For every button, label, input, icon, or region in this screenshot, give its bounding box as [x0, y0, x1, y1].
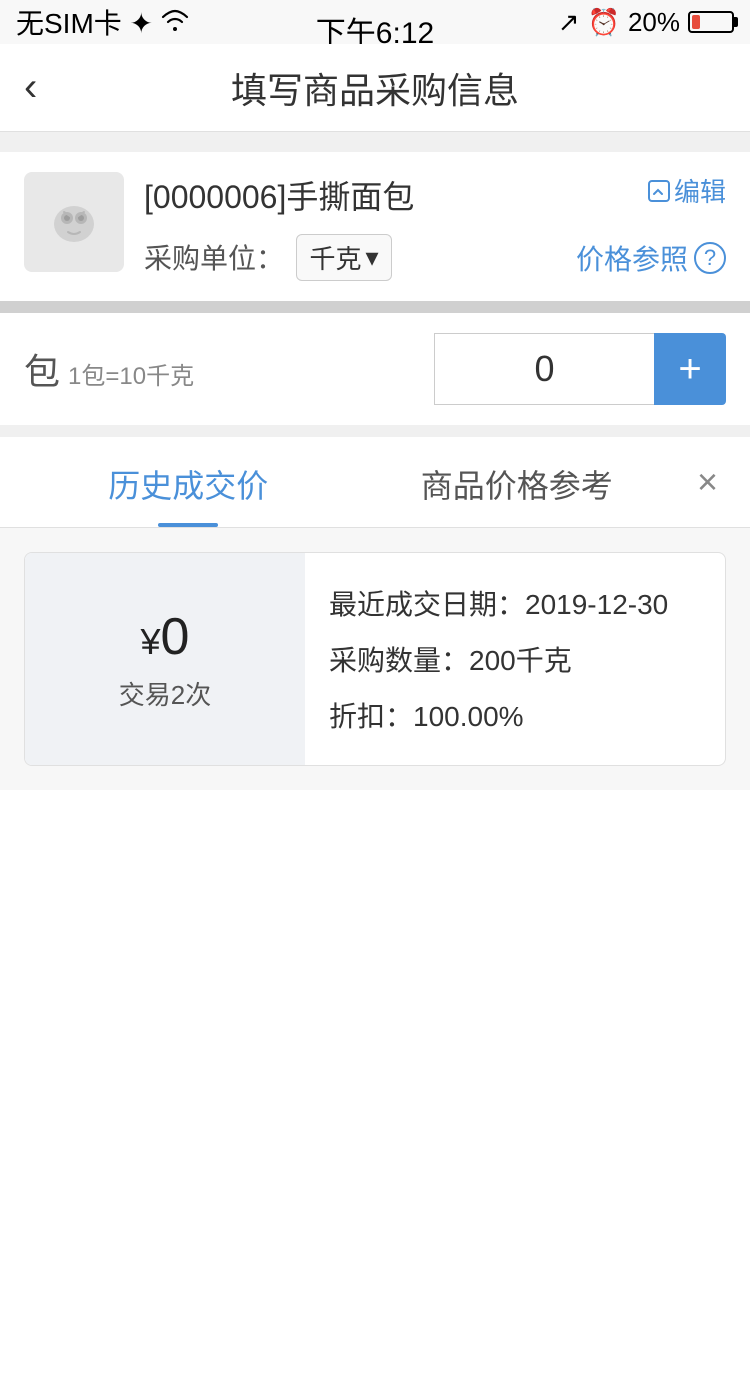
- tab-product-label: 商品价格参考: [421, 468, 613, 504]
- qty-label: 采购数量：: [329, 645, 469, 676]
- quantity-label: 包 1包=10千克: [24, 343, 194, 395]
- quantity-input[interactable]: [434, 333, 654, 405]
- carrier-text: 无SIM卡 ✦: [16, 2, 153, 42]
- status-bar: 无SIM卡 ✦ 下午6:12 ↗ ⏰ 20%: [0, 0, 750, 44]
- unit-value: 千克: [309, 239, 361, 276]
- tab-active-underline: [158, 523, 218, 527]
- unit-select[interactable]: 千克 ▾: [296, 234, 391, 281]
- tab-bar: 历史成交价 商品价格参考 ×: [0, 437, 750, 528]
- bottom-area: [0, 790, 750, 1390]
- gray-separator: [0, 301, 750, 313]
- history-card: ¥0 交易2次 最近成交日期：2019-12-30 采购数量：200千克 折扣：…: [24, 552, 726, 766]
- discount-label: 折扣：: [329, 701, 413, 732]
- history-left-panel: ¥0 交易2次: [25, 553, 305, 765]
- price-ref-label: 价格参照: [576, 238, 688, 278]
- price-ref-button[interactable]: 价格参照 ?: [576, 238, 726, 278]
- product-thumbnail: [24, 172, 124, 272]
- alarm-icon: ⏰: [588, 7, 620, 38]
- tab-section: 历史成交价 商品价格参考 × ¥0 交易2次 最近成交日期：2019-12-30…: [0, 437, 750, 790]
- tab-product-price[interactable]: 商品价格参考: [352, 437, 680, 527]
- tab-close-button[interactable]: ×: [689, 461, 726, 503]
- history-right-panel: 最近成交日期：2019-12-30 采购数量：200千克 折扣：100.00%: [305, 553, 725, 765]
- edit-button[interactable]: 编辑: [648, 172, 726, 209]
- product-card: [0000006]手撕面包 编辑 采购单位： 千克 ▾ 价格参照 ?: [0, 152, 750, 301]
- unit-label-wrap: 采购单位： 千克 ▾: [144, 234, 392, 281]
- back-button[interactable]: ‹: [24, 65, 37, 110]
- quantity-controls: +: [434, 333, 726, 405]
- chevron-down-icon: ▾: [365, 242, 378, 273]
- quantity-row: 包 1包=10千克 +: [0, 313, 750, 425]
- price-value: 0: [161, 608, 190, 666]
- location-icon: ↗: [558, 7, 580, 38]
- status-right: ↗ ⏰ 20%: [558, 7, 734, 38]
- battery-icon: [688, 11, 734, 33]
- quantity-row-detail: 采购数量：200千克: [329, 639, 701, 679]
- status-left: 无SIM卡 ✦: [16, 2, 189, 42]
- wifi-icon: [161, 6, 189, 38]
- history-price: ¥0: [141, 607, 190, 667]
- yen-symbol: ¥: [141, 621, 161, 662]
- transaction-count: 交易2次: [119, 675, 211, 712]
- battery-percent: 20%: [628, 7, 680, 38]
- edit-label: 编辑: [674, 172, 726, 209]
- date-row: 最近成交日期：2019-12-30: [329, 583, 701, 623]
- quantity-conversion: 1包=10千克: [68, 356, 194, 391]
- product-unit-row: 采购单位： 千克 ▾ 价格参照 ?: [144, 234, 726, 281]
- product-info: [0000006]手撕面包 编辑 采购单位： 千克 ▾ 价格参照 ?: [144, 172, 726, 281]
- history-content: ¥0 交易2次 最近成交日期：2019-12-30 采购数量：200千克 折扣：…: [0, 528, 750, 790]
- unit-label: 采购单位：: [144, 243, 284, 274]
- discount-value: 100.00%: [413, 701, 524, 732]
- date-label: 最近成交日期：: [329, 589, 525, 620]
- nav-bar: ‹ 填写商品采购信息: [0, 44, 750, 132]
- quantity-plus-button[interactable]: +: [654, 333, 726, 405]
- help-icon: ?: [694, 242, 726, 274]
- product-name: [0000006]手撕面包: [144, 172, 414, 218]
- quantity-unit: 包: [24, 343, 60, 395]
- discount-row: 折扣：100.00%: [329, 695, 701, 735]
- qty-value: 200千克: [469, 645, 572, 676]
- date-value: 2019-12-30: [525, 589, 668, 620]
- tab-history-price[interactable]: 历史成交价: [24, 437, 352, 527]
- tab-history-label: 历史成交价: [108, 468, 268, 504]
- page-title: 填写商品采购信息: [231, 62, 519, 114]
- product-header: [0000006]手撕面包 编辑: [144, 172, 726, 218]
